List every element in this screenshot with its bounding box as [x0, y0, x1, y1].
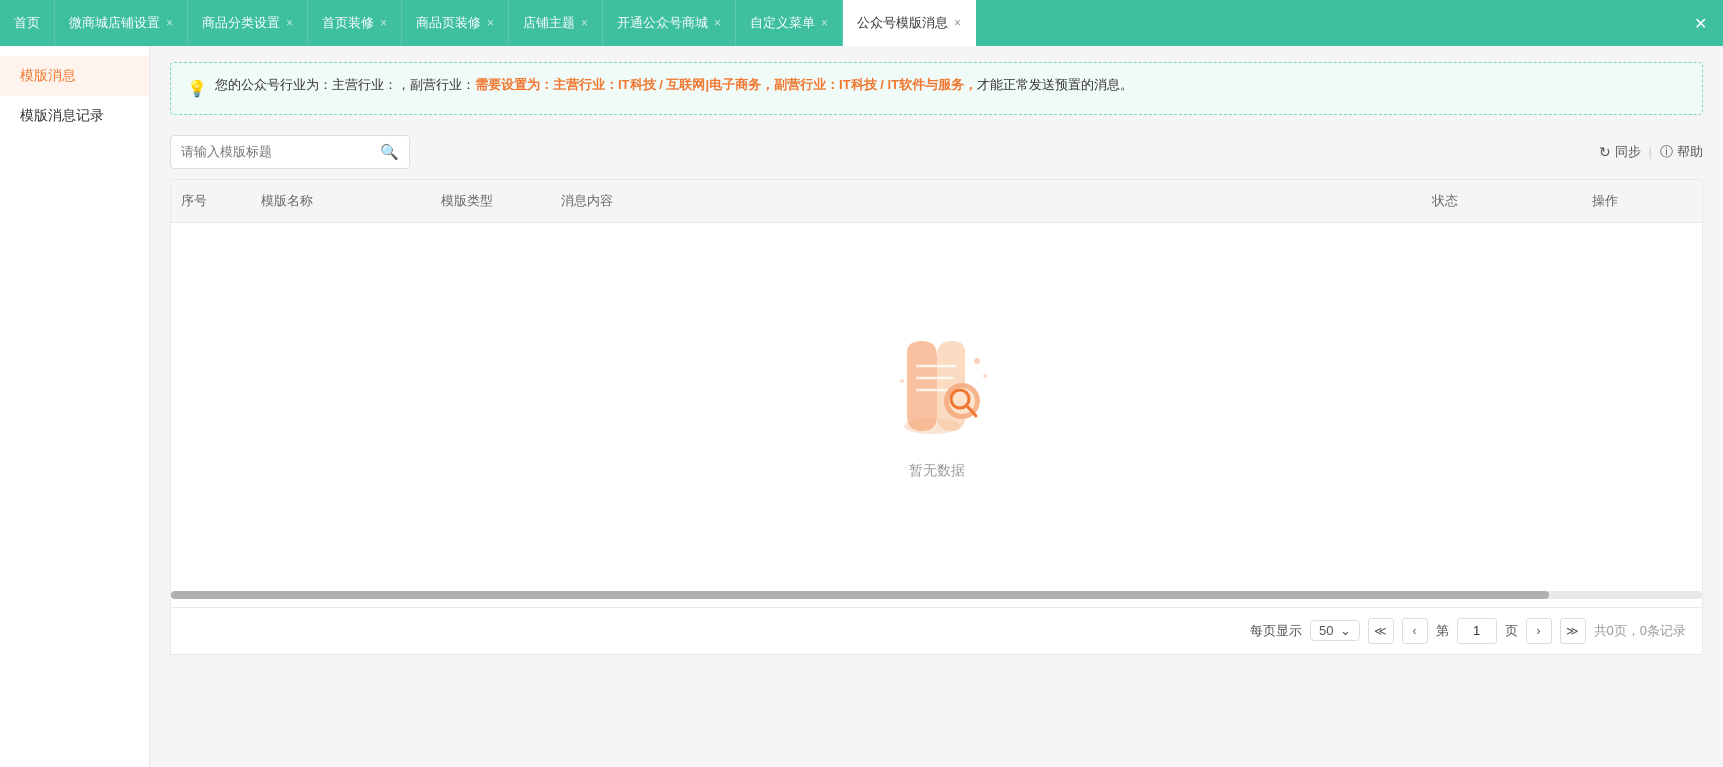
- close-tab-template-msg[interactable]: ×: [954, 16, 961, 30]
- empty-illustration: [877, 326, 997, 446]
- top-nav: 首页微商城店铺设置×商品分类设置×首页装修×商品页装修×店铺主题×开通公众号商城…: [0, 0, 1723, 46]
- close-tab-custom-menu[interactable]: ×: [821, 16, 828, 30]
- svg-point-8: [974, 358, 980, 364]
- main-content: 💡 您的公众号行业为：主营行业：，副营行业：需要设置为：主营行业：IT科技 / …: [150, 46, 1723, 767]
- search-input[interactable]: [181, 144, 380, 159]
- col-content: 消息内容: [551, 180, 1422, 222]
- page-size-label: 每页显示: [1250, 622, 1302, 640]
- table-header: 序号 模版名称 模版类型 消息内容 状态 操作: [171, 180, 1702, 223]
- current-page-input[interactable]: [1457, 618, 1497, 644]
- toolbar: 🔍 ↻ 同步 | ⓘ 帮助: [170, 135, 1703, 169]
- search-icon[interactable]: 🔍: [380, 143, 399, 161]
- sidebar-item-template-msg[interactable]: 模版消息: [0, 56, 149, 96]
- next-page-button[interactable]: ›: [1526, 618, 1552, 644]
- page-unit: 页: [1505, 622, 1518, 640]
- close-tab-product-category[interactable]: ×: [286, 16, 293, 30]
- close-tab-store-theme[interactable]: ×: [581, 16, 588, 30]
- close-tab-micro-store[interactable]: ×: [166, 16, 173, 30]
- col-action: 操作: [1582, 180, 1702, 222]
- col-status: 状态: [1422, 180, 1582, 222]
- pagination: 每页显示 50 ⌄ ≪ ‹ 第 页 › ≫ 共0页，0条记录: [171, 607, 1702, 654]
- nav-tab-template-msg[interactable]: 公众号模版消息×: [843, 0, 976, 46]
- svg-point-9: [983, 374, 987, 378]
- close-tab-open-mall[interactable]: ×: [714, 16, 721, 30]
- close-tab-home-decoration[interactable]: ×: [380, 16, 387, 30]
- nav-tab-product-category[interactable]: 商品分类设置×: [188, 0, 308, 46]
- sync-icon: ↻: [1599, 144, 1611, 160]
- sync-label: 同步: [1615, 143, 1641, 161]
- empty-text: 暂无数据: [909, 462, 965, 480]
- close-tab-product-decoration[interactable]: ×: [487, 16, 494, 30]
- table-body: 暂无数据: [171, 223, 1702, 583]
- nav-tab-product-decoration[interactable]: 商品页装修×: [402, 0, 509, 46]
- last-page-button[interactable]: ≫: [1560, 618, 1586, 644]
- page-size-value: 50: [1319, 623, 1333, 638]
- col-type: 模版类型: [431, 180, 551, 222]
- first-page-button[interactable]: ≪: [1368, 618, 1394, 644]
- toolbar-right: ↻ 同步 | ⓘ 帮助: [1599, 143, 1703, 161]
- nav-tab-micro-store[interactable]: 微商城店铺设置×: [55, 0, 188, 46]
- nav-tab-home[interactable]: 首页: [0, 0, 55, 46]
- help-button[interactable]: ⓘ 帮助: [1660, 143, 1703, 161]
- notice-highlight: 需要设置为：主营行业：IT科技 / 互联网|电子商务，副营行业：IT科技 / I…: [475, 77, 977, 92]
- horizontal-scrollbar[interactable]: [171, 591, 1702, 599]
- col-index: 序号: [171, 180, 251, 222]
- notice-suffix: 才能正常发送预置的消息。: [977, 77, 1133, 92]
- notice-prefix: 您的公众号行业为：主营行业：，副营行业：: [215, 77, 475, 92]
- sidebar-item-template-msg-log[interactable]: 模版消息记录: [0, 96, 149, 136]
- divider: |: [1649, 144, 1652, 159]
- help-icon: ⓘ: [1660, 143, 1673, 161]
- help-label: 帮助: [1677, 143, 1703, 161]
- notice-text: 您的公众号行业为：主营行业：，副营行业：需要设置为：主营行业：IT科技 / 互联…: [215, 75, 1133, 96]
- search-area: 🔍: [170, 135, 410, 169]
- sync-button[interactable]: ↻ 同步: [1599, 143, 1641, 161]
- nav-tab-store-theme[interactable]: 店铺主题×: [509, 0, 603, 46]
- page-label: 第: [1436, 622, 1449, 640]
- svg-point-10: [900, 379, 904, 383]
- table-wrapper: 序号 模版名称 模版类型 消息内容 状态 操作: [170, 179, 1703, 655]
- nav-tab-open-mall[interactable]: 开通公众号商城×: [603, 0, 736, 46]
- prev-page-button[interactable]: ‹: [1402, 618, 1428, 644]
- col-name: 模版名称: [251, 180, 431, 222]
- close-all-button[interactable]: ✕: [1678, 0, 1723, 46]
- scrollbar-thumb[interactable]: [171, 591, 1549, 599]
- nav-tab-home-decoration[interactable]: 首页装修×: [308, 0, 402, 46]
- nav-tab-custom-menu[interactable]: 自定义菜单×: [736, 0, 843, 46]
- total-info: 共0页，0条记录: [1594, 622, 1686, 640]
- bulb-icon: 💡: [187, 76, 207, 102]
- sidebar: 模版消息模版消息记录: [0, 46, 150, 767]
- chevron-down-icon: ⌄: [1340, 623, 1351, 638]
- notice-box: 💡 您的公众号行业为：主营行业：，副营行业：需要设置为：主营行业：IT科技 / …: [170, 62, 1703, 115]
- page-size-select[interactable]: 50 ⌄: [1310, 620, 1359, 641]
- layout: 模版消息模版消息记录 💡 您的公众号行业为：主营行业：，副营行业：需要设置为：主…: [0, 46, 1723, 767]
